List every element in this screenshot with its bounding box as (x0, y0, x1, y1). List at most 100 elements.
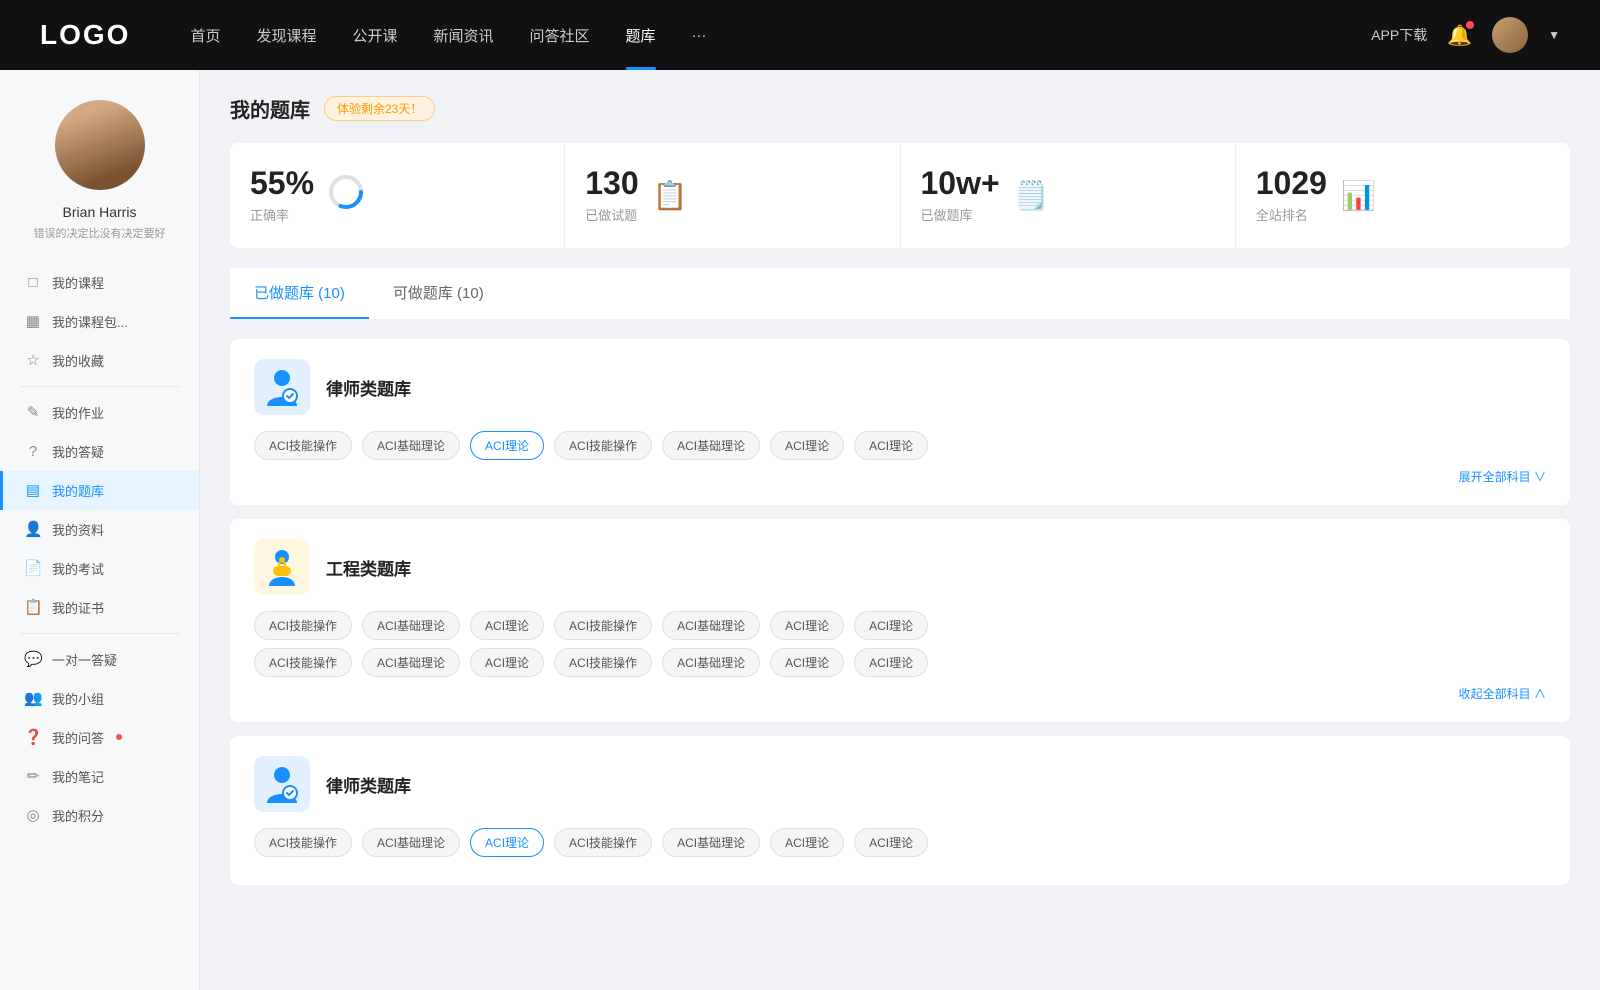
navbar-right: APP下载 🔔 ▼ (1371, 17, 1560, 53)
avatar-image (1492, 17, 1528, 53)
sidebar-item-profile[interactable]: 👤 我的资料 (0, 510, 199, 549)
expand-link[interactable]: 展开全部科目 ∨ (254, 468, 1546, 485)
tag[interactable]: ACI基础理论 (662, 828, 760, 857)
course-icon: □ (24, 274, 42, 291)
qa-icon: ? (24, 443, 42, 460)
tag[interactable]: ACI技能操作 (554, 828, 652, 857)
tag[interactable]: ACI理论 (854, 431, 928, 460)
bank-icon-engineer (254, 539, 310, 595)
tag[interactable]: ACI基础理论 (362, 648, 460, 677)
tag[interactable]: ACI理论 (770, 611, 844, 640)
nav-open-course[interactable]: 公开课 (352, 25, 397, 46)
chevron-down-icon[interactable]: ▼ (1548, 28, 1560, 42)
star-icon: ☆ (24, 351, 42, 369)
question-icon: ❓ (24, 728, 42, 746)
tag[interactable]: ACI理论 (770, 431, 844, 460)
sidebar-item-certificate[interactable]: 📋 我的证书 (0, 588, 199, 627)
sidebar: Brian Harris 错误的决定比没有决定要好 □ 我的课程 ▦ 我的课程包… (0, 70, 200, 990)
tag[interactable]: ACI理论 (854, 611, 928, 640)
tag[interactable]: ACI基础理论 (662, 611, 760, 640)
bank-icon: ▤ (24, 481, 42, 499)
nav-qa[interactable]: 问答社区 (530, 25, 590, 46)
questions-icon: 📋 (653, 179, 688, 212)
tag-highlighted[interactable]: ACI理论 (470, 828, 544, 857)
stat-done-questions: 130 已做试题 📋 (565, 143, 900, 248)
bank-icon-lawyer-2 (254, 756, 310, 812)
tag[interactable]: ACI理论 (854, 648, 928, 677)
main-content: 我的题库 体验剩余23天！ 55% 正确率 130 (200, 70, 1600, 990)
tag[interactable]: ACI理论 (770, 648, 844, 677)
nav-news[interactable]: 新闻资讯 (434, 25, 494, 46)
stat-value-banks: 10w+ 已做题库 (921, 167, 1000, 224)
nav-home[interactable]: 首页 (190, 25, 220, 46)
sidebar-item-points[interactable]: ◎ 我的积分 (0, 796, 199, 835)
nav-discover[interactable]: 发现课程 (256, 25, 316, 46)
accuracy-icon (328, 174, 364, 217)
sidebar-item-label: 我的答疑 (52, 442, 104, 461)
sidebar-item-my-qa[interactable]: ❓ 我的问答 (0, 718, 199, 757)
tag[interactable]: ACI技能操作 (554, 431, 652, 460)
sidebar-item-notes[interactable]: ✏ 我的笔记 (0, 757, 199, 796)
sidebar-item-label: 我的题库 (52, 481, 104, 500)
tag[interactable]: ACI理论 (854, 828, 928, 857)
rank-icon: 📊 (1341, 179, 1376, 212)
sidebar-avatar (55, 100, 145, 190)
tag[interactable]: ACI理论 (470, 648, 544, 677)
tag[interactable]: ACI技能操作 (254, 828, 352, 857)
sidebar-menu: □ 我的课程 ▦ 我的课程包... ☆ 我的收藏 ✎ 我的作业 ? 我的答疑 ▤ (0, 263, 199, 835)
notification-dot (1466, 21, 1474, 29)
stat-accuracy: 55% 正确率 (230, 143, 565, 248)
collapse-link[interactable]: 收起全部科目 ∧ (254, 685, 1546, 702)
sidebar-item-exam[interactable]: 📄 我的考试 (0, 549, 199, 588)
tag[interactable]: ACI技能操作 (554, 611, 652, 640)
tag[interactable]: ACI技能操作 (254, 431, 352, 460)
tag[interactable]: ACI理论 (470, 611, 544, 640)
nav-more[interactable]: ··· (692, 27, 707, 44)
stat-value-rank: 1029 全站排名 (1256, 167, 1327, 224)
tag[interactable]: ACI技能操作 (254, 611, 352, 640)
bank-header-engineer: 工程类题库 (254, 539, 1546, 595)
sidebar-avatar-image (55, 100, 145, 190)
sidebar-item-label: 我的笔记 (52, 767, 104, 786)
stat-value-done: 130 已做试题 (585, 167, 638, 224)
tabs-bar: 已做题库 (10) 可做题库 (10) (230, 268, 1570, 319)
notification-bell[interactable]: 🔔 (1447, 23, 1472, 48)
bank-title: 律师类题库 (326, 375, 411, 400)
tag[interactable]: ACI基础理论 (662, 648, 760, 677)
tag[interactable]: ACI基础理论 (662, 431, 760, 460)
sidebar-item-qa[interactable]: ? 我的答疑 (0, 432, 199, 471)
sidebar-item-course-package[interactable]: ▦ 我的课程包... (0, 302, 199, 341)
bank-section-engineer: 工程类题库 ACI技能操作 ACI基础理论 ACI理论 ACI技能操作 ACI基… (230, 519, 1570, 722)
bank-title-lawyer-2: 律师类题库 (326, 772, 411, 797)
tab-done-banks[interactable]: 已做题库 (10) (230, 268, 369, 319)
sidebar-item-my-course[interactable]: □ 我的课程 (0, 263, 199, 302)
tag[interactable]: ACI技能操作 (254, 648, 352, 677)
sidebar-item-1on1[interactable]: 💬 一对一答疑 (0, 640, 199, 679)
sidebar-username: Brian Harris (63, 204, 137, 220)
tag[interactable]: ACI基础理论 (362, 828, 460, 857)
tag-highlighted[interactable]: ACI理论 (470, 431, 544, 460)
tags-row-1: ACI技能操作 ACI基础理论 ACI理论 ACI技能操作 ACI基础理论 AC… (254, 611, 1546, 640)
tag[interactable]: ACI理论 (770, 828, 844, 857)
sidebar-item-label: 我的课程包... (52, 312, 128, 331)
sidebar-item-group[interactable]: 👥 我的小组 (0, 679, 199, 718)
sidebar-item-favorites[interactable]: ☆ 我的收藏 (0, 341, 199, 380)
avatar[interactable] (1492, 17, 1528, 53)
tag[interactable]: ACI基础理论 (362, 611, 460, 640)
sidebar-divider (20, 386, 179, 387)
bank-title-engineer: 工程类题库 (326, 555, 411, 580)
nav-links: 首页 发现课程 公开课 新闻资讯 问答社区 题库 ··· (190, 25, 1371, 46)
chat-icon: 💬 (24, 650, 42, 668)
tab-available-banks[interactable]: 可做题库 (10) (369, 268, 508, 319)
banks-icon: 🗒️ (1014, 179, 1049, 212)
app-download-btn[interactable]: APP下载 (1371, 25, 1427, 45)
cert-icon: 📋 (24, 598, 42, 616)
sidebar-item-label: 我的考试 (52, 559, 104, 578)
bank-icon-lawyer (254, 359, 310, 415)
tag[interactable]: ACI基础理论 (362, 431, 460, 460)
tag[interactable]: ACI技能操作 (554, 648, 652, 677)
nav-exam[interactable]: 题库 (626, 25, 656, 46)
sidebar-item-question-bank[interactable]: ▤ 我的题库 (0, 471, 199, 510)
points-icon: ◎ (24, 806, 42, 824)
sidebar-item-homework[interactable]: ✎ 我的作业 (0, 393, 199, 432)
